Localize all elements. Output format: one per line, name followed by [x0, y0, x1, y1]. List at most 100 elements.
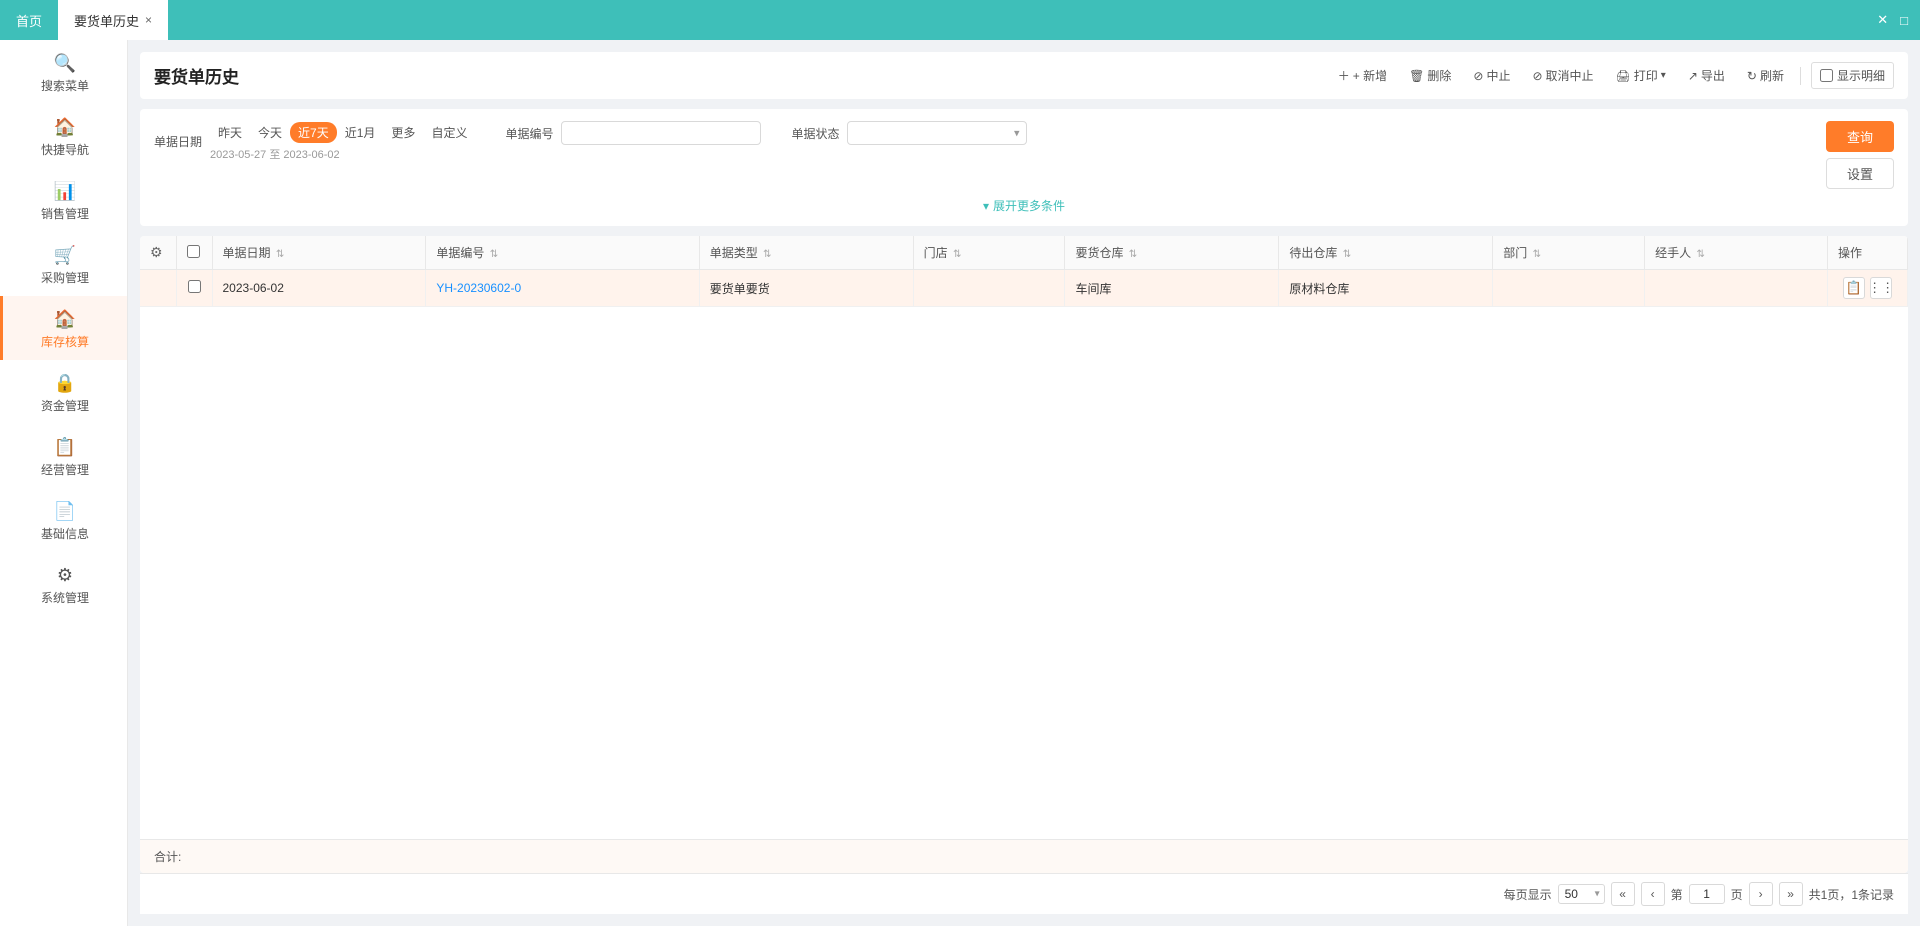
sidebar-item-search[interactable]: 🔍 搜索菜单 [0, 40, 127, 104]
cancel-stop-button[interactable]: ⊘ 取消中止 [1526, 63, 1599, 88]
page-size-select[interactable]: 50 10 20 100 [1558, 884, 1605, 904]
status-select[interactable] [847, 121, 1027, 145]
sort-docno-icon[interactable]: ⇅ [490, 249, 498, 260]
col-handler: 经手人 ⇅ [1645, 236, 1828, 270]
inventory-icon: 🏠 [54, 310, 76, 328]
search-fields: 单据日期 昨天 今天 近7天 近1月 更多 自定义 2023-05-27 至 2… [154, 121, 1796, 162]
sidebar-item-purchase[interactable]: 🛒 采购管理 [0, 232, 127, 296]
operations-icon: 📋 [54, 438, 76, 456]
sidebar-item-basic-info[interactable]: 📄 基础信息 [0, 488, 127, 552]
home-icon: 🏠 [54, 118, 76, 136]
tab-close-icon[interactable]: × [145, 13, 152, 27]
col-settings-gear-icon[interactable]: ⚙ [150, 244, 163, 261]
sidebar: 🔍 搜索菜单 🏠 快捷导航 📊 销售管理 🛒 采购管理 🏠 库存核算 🔒 资金管… [0, 40, 128, 926]
cell-handler [1645, 270, 1828, 307]
sidebar-item-quick-nav[interactable]: 🏠 快捷导航 [0, 104, 127, 168]
sort-date-icon[interactable]: ⇅ [276, 249, 284, 260]
data-table: ⚙ 单据日期 ⇅ 单据编号 ⇅ [140, 236, 1908, 307]
sidebar-item-finance[interactable]: 🔒 资金管理 [0, 360, 127, 424]
doc-no-link[interactable]: YH-20230602-0 [436, 281, 521, 295]
refresh-button[interactable]: ↻ 刷新 [1741, 63, 1790, 88]
search-panel: 单据日期 昨天 今天 近7天 近1月 更多 自定义 2023-05-27 至 2… [140, 109, 1908, 226]
stop-button[interactable]: ⊘ 中止 [1467, 63, 1516, 88]
col-store: 门店 ⇅ [913, 236, 1065, 270]
sidebar-item-system[interactable]: ⚙ 系统管理 [0, 552, 127, 616]
sort-doctype-icon[interactable]: ⇅ [763, 249, 771, 260]
sort-pending-icon[interactable]: ⇅ [1343, 249, 1351, 260]
query-button[interactable]: 查询 [1826, 121, 1894, 152]
prev-page-btn[interactable]: ‹ [1641, 882, 1665, 906]
row-more-btn[interactable]: ⋮⋮ [1870, 277, 1892, 299]
page-label: 第 [1671, 886, 1683, 903]
date-filter-today[interactable]: 今天 [250, 121, 290, 144]
purchase-icon: 🛒 [54, 246, 76, 264]
page-num-input[interactable] [1689, 884, 1725, 904]
print-button[interactable]: 🖨 打印 ▾ [1610, 63, 1672, 88]
cell-settings [140, 270, 176, 307]
cancel-stop-icon: ⊘ [1532, 69, 1542, 83]
delete-button[interactable]: 🗑 删除 [1403, 63, 1457, 88]
date-filter-7days[interactable]: 近7天 [290, 122, 337, 143]
sidebar-item-inventory[interactable]: 🏠 库存核算 [0, 296, 127, 360]
export-icon: ↗ [1688, 69, 1698, 83]
date-filter-1month[interactable]: 近1月 [337, 121, 384, 144]
status-field: 单据状态 [791, 121, 1027, 145]
expand-more-icon: ▾ [983, 199, 989, 213]
export-button[interactable]: ↗ 导出 [1682, 63, 1731, 88]
date-filter-group: 昨天 今天 近7天 近1月 更多 自定义 2023-05-27 至 2023-0… [210, 121, 475, 162]
date-filter-custom[interactable]: 自定义 [423, 121, 475, 144]
window-close-btn[interactable]: ✕ [1877, 12, 1888, 28]
search-buttons: 查询 设置 [1826, 121, 1894, 189]
cell-warehouse: 车间库 [1065, 270, 1279, 307]
sort-handler-icon[interactable]: ⇅ [1696, 249, 1704, 260]
main-layout: 🔍 搜索菜单 🏠 快捷导航 📊 销售管理 🛒 采购管理 🏠 库存核算 🔒 资金管… [0, 40, 1920, 926]
table-row: 2023-06-02 YH-20230602-0 要货单要货 车间库 原材料仓库 [140, 270, 1908, 307]
cell-doc-type: 要货单要货 [699, 270, 913, 307]
cell-checkbox [176, 270, 212, 307]
date-filter-yesterday[interactable]: 昨天 [210, 121, 250, 144]
display-detail-button[interactable]: 显示明细 [1811, 62, 1894, 89]
tab-home[interactable]: 首页 [0, 0, 58, 40]
cell-store [913, 270, 1065, 307]
sort-store-icon[interactable]: ⇅ [953, 249, 961, 260]
top-bar: 首页 要货单历史 × ✕ □ [0, 0, 1920, 40]
finance-icon: 🔒 [54, 374, 76, 392]
select-all-checkbox[interactable] [187, 245, 200, 258]
system-icon: ⚙ [57, 566, 73, 584]
sort-warehouse-icon[interactable]: ⇅ [1129, 249, 1137, 260]
display-detail-checkbox[interactable] [1820, 69, 1833, 82]
next-page-btn[interactable]: › [1749, 882, 1773, 906]
col-doc-no: 单据编号 ⇅ [426, 236, 699, 270]
col-warehouse: 要货仓库 ⇅ [1065, 236, 1279, 270]
date-filter-more[interactable]: 更多 [383, 121, 423, 144]
print-dropdown-icon: ▾ [1661, 70, 1666, 81]
doc-no-input[interactable] [561, 121, 761, 145]
stop-icon: ⊘ [1473, 69, 1483, 83]
table-footer: 合计: [140, 839, 1908, 873]
print-icon: 🖨 [1616, 69, 1631, 83]
table-scroll-area[interactable]: ⚙ 单据日期 ⇅ 单据编号 ⇅ [140, 236, 1908, 839]
tab-requisition-history[interactable]: 要货单历史 × [58, 0, 168, 40]
last-page-btn[interactable]: » [1779, 882, 1803, 906]
page-label-end: 页 [1731, 886, 1743, 903]
settings-button[interactable]: 设置 [1826, 158, 1894, 189]
top-tabs: 首页 要货单历史 × [0, 0, 1877, 40]
basic-info-icon: 📄 [54, 502, 76, 520]
first-page-btn[interactable]: « [1611, 882, 1635, 906]
row-checkbox[interactable] [188, 280, 201, 293]
add-button[interactable]: ＋ + 新增 [1332, 63, 1393, 88]
sidebar-item-operations[interactable]: 📋 经营管理 [0, 424, 127, 488]
window-maximize-btn[interactable]: □ [1900, 13, 1908, 28]
sort-dept-icon[interactable]: ⇅ [1533, 249, 1541, 260]
sidebar-item-sales[interactable]: 📊 销售管理 [0, 168, 127, 232]
col-date: 单据日期 ⇅ [212, 236, 426, 270]
cell-pending-warehouse: 原材料仓库 [1279, 270, 1493, 307]
sales-icon: 📊 [54, 182, 76, 200]
top-bar-right: ✕ □ [1877, 12, 1920, 28]
page-title: 要货单历史 [154, 63, 1332, 88]
add-icon: ＋ [1338, 67, 1350, 84]
row-edit-btn[interactable]: 📋 [1843, 277, 1865, 299]
pagination-bar: 每页显示 50 10 20 100 « ‹ 第 页 › » 共1页，1条记录 [140, 873, 1908, 914]
content-area: 要货单历史 ＋ + 新增 🗑 删除 ⊘ 中止 ⊘ 取消中止 [128, 40, 1920, 926]
expand-more-btn[interactable]: ▾ 展开更多条件 [154, 197, 1894, 214]
